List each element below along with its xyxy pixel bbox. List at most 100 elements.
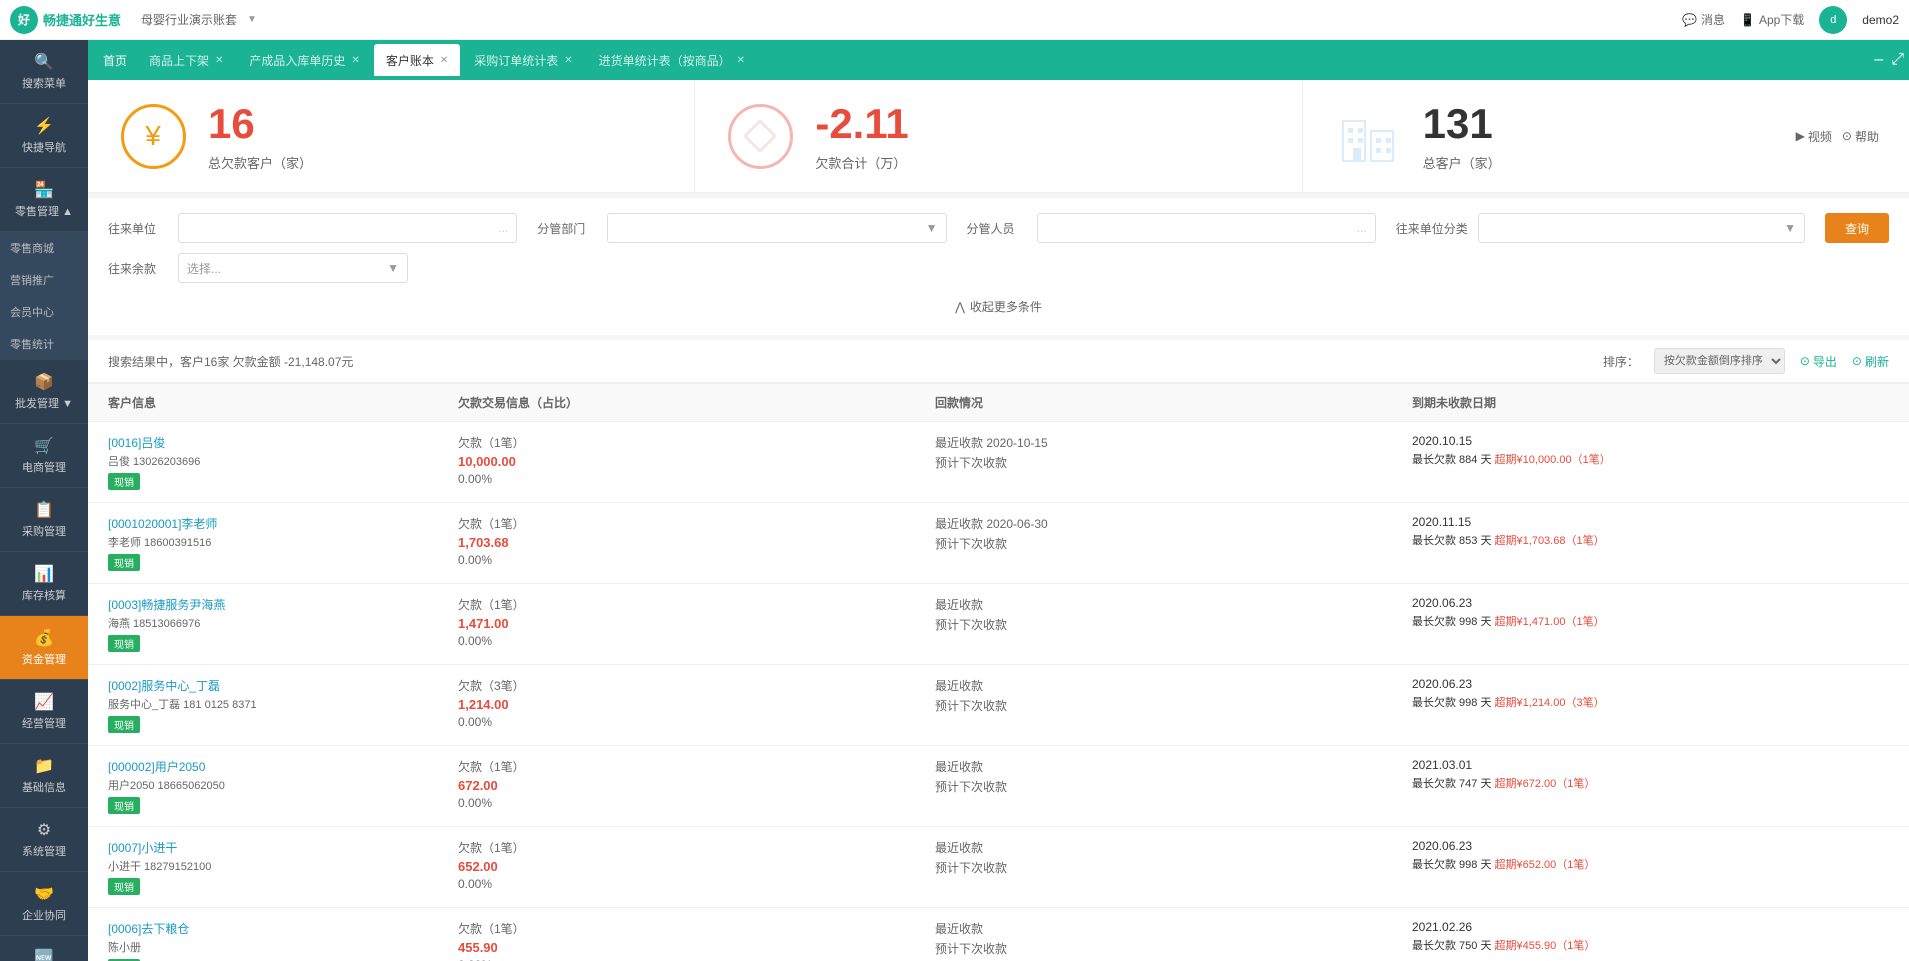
sidebar-item-marketing[interactable]: 营销推广: [0, 264, 88, 296]
overdue-link-5[interactable]: 超期¥652.00（1笔）: [1495, 859, 1596, 871]
stat-number-owed-amount: -2.11: [815, 100, 1271, 148]
overdue-info-3: 2020.06.23 最长欠款 998 天 超期¥1,214.00（3笔）: [1412, 677, 1889, 733]
sidebar-item-batch-mgmt[interactable]: 📦 批发管理 ▼: [0, 360, 88, 424]
tab-customer-account-label: 客户账本: [386, 52, 434, 69]
customer-tag-1: 现销: [108, 554, 140, 571]
stat-card-owed-amount: -2.11 欠款合计（万）: [695, 80, 1302, 192]
stat-info-owed-customers: 16 总欠款客户（家）: [208, 100, 664, 172]
sidebar-item-quick-nav[interactable]: ⚡ 快捷导航: [0, 104, 88, 168]
search-select-dept[interactable]: ▼: [607, 213, 946, 243]
tab-product-offline[interactable]: 商品上下架 ✕: [137, 44, 235, 76]
sidebar-item-retail-mgmt[interactable]: 🏪 零售管理 ▲: [0, 168, 88, 232]
system-dropdown-icon[interactable]: ▼: [247, 14, 257, 25]
sidebar-item-inventory[interactable]: 📊 库存核算: [0, 552, 88, 616]
table-row: [0007]小进干 小进干 18279152100 现销 欠款（1笔） 652.…: [88, 827, 1909, 908]
customer-name-0[interactable]: [0016]吕俊: [108, 434, 458, 451]
debt-amount-1: 1,703.68: [458, 535, 935, 550]
debt-info-4: 欠款（1笔） 672.00 0.00%: [458, 758, 935, 814]
stat-view-btn[interactable]: ▶ 视频: [1796, 128, 1832, 145]
search-label-person: 分管人员: [967, 220, 1027, 237]
debt-amount-2: 1,471.00: [458, 616, 935, 631]
overdue-link-3[interactable]: 超期¥1,214.00（3笔）: [1495, 697, 1605, 709]
search-input-unit[interactable]: ...: [178, 213, 517, 243]
tab-product-offline-close[interactable]: ✕: [215, 55, 223, 66]
stat-icon-owed-amount: [725, 101, 795, 171]
user-avatar[interactable]: d: [1819, 6, 1847, 34]
tab-customer-account[interactable]: 客户账本 ✕: [374, 44, 460, 76]
search-select-balance[interactable]: 选择... ▼: [178, 253, 408, 283]
debt-count-1: 欠款（1笔）: [458, 515, 935, 532]
search-button[interactable]: 查询: [1825, 213, 1889, 243]
debt-amount-6: 455.90: [458, 940, 935, 955]
play-icon: ▶: [1796, 129, 1805, 143]
overdue-link-0[interactable]: 超期¥10,000.00（1笔）: [1495, 454, 1611, 466]
overdue-info-1: 2020.11.15 最长欠款 853 天 超期¥1,703.68（1笔）: [1412, 515, 1889, 571]
tab-purchase-order-close[interactable]: ✕: [564, 55, 572, 66]
capital-icon: 💰: [5, 628, 83, 648]
overdue-date-4: 2021.03.01: [1412, 758, 1889, 772]
payment-info-1: 最近收款 2020-06-30 预计下次收款: [935, 515, 1412, 571]
search-icon: 🔍: [5, 52, 83, 72]
sidebar-item-retail-mall[interactable]: 零售商城: [0, 232, 88, 264]
customer-name-1[interactable]: [0001020001]李老师: [108, 515, 458, 532]
message-button[interactable]: 💬 消息: [1682, 11, 1725, 28]
sort-label: 排序：: [1603, 353, 1639, 370]
tab-inbound-stats[interactable]: 进货单统计表（按商品） ✕: [587, 44, 757, 76]
overdue-date-6: 2021.02.26: [1412, 920, 1889, 934]
overdue-days-6: 最长欠款 750 天 超期¥455.90（1笔）: [1412, 937, 1889, 953]
customer-name-4[interactable]: [000002]用户2050: [108, 758, 458, 775]
overdue-link-2[interactable]: 超期¥1,471.00（1笔）: [1495, 616, 1605, 628]
debt-info-0: 欠款（1笔） 10,000.00 0.00%: [458, 434, 935, 490]
sidebar-item-retail-label: 零售管理 ▲: [5, 203, 83, 219]
sidebar-item-system[interactable]: ⚙ 系统管理: [0, 808, 88, 872]
sidebar-item-capital[interactable]: 💰 资金管理: [0, 616, 88, 680]
overdue-link-4[interactable]: 超期¥672.00（1笔）: [1495, 778, 1596, 790]
table-row: [0001020001]李老师 李老师 18600391516 现销 欠款（1笔…: [88, 503, 1909, 584]
tab-product-history[interactable]: 产成品入库单历史 ✕: [237, 44, 371, 76]
system-name: 母婴行业演示账套: [141, 11, 237, 28]
balance-placeholder: 选择...: [187, 260, 221, 277]
sidebar-item-basic[interactable]: 📁 基础信息: [0, 744, 88, 808]
user-name: demo2: [1862, 13, 1899, 27]
tab-collapse-icon[interactable]: –: [1874, 51, 1883, 69]
sort-select[interactable]: 按欠款金额倒序排序: [1654, 348, 1785, 374]
main-layout: 🔍 搜索菜单 ⚡ 快捷导航 🏪 零售管理 ▲ 零售商城 营销推广 会员中心 零售…: [0, 40, 1909, 961]
tab-home[interactable]: 首页: [93, 44, 137, 76]
sidebar-item-inventory-label: 库存核算: [5, 587, 83, 603]
system-icon: ⚙: [5, 820, 83, 840]
sidebar-item-member[interactable]: 会员中心: [0, 296, 88, 328]
collapse-button[interactable]: ⋀ 收起更多条件: [955, 298, 1042, 315]
sidebar-item-quick-nav-label: 快捷导航: [5, 139, 83, 155]
tab-customer-account-close[interactable]: ✕: [440, 55, 448, 66]
export-button[interactable]: ⊙ 导出: [1800, 353, 1837, 370]
app-download-button[interactable]: 📱 App下载: [1740, 11, 1804, 28]
overdue-link-6[interactable]: 超期¥455.90（1笔）: [1495, 940, 1596, 952]
message-icon: 💬: [1682, 13, 1697, 27]
refresh-button[interactable]: ⊙ 刷新: [1852, 353, 1889, 370]
debt-count-5: 欠款（1笔）: [458, 839, 935, 856]
tab-product-history-close[interactable]: ✕: [351, 55, 359, 66]
customer-name-6[interactable]: [0006]去下粮仓: [108, 920, 458, 937]
table-header-overdue: 到期未收款日期: [1412, 394, 1889, 411]
customer-name-3[interactable]: [0002]服务中心_丁磊: [108, 677, 458, 694]
search-select-category[interactable]: ▼: [1478, 213, 1805, 243]
sidebar-item-ecommerce[interactable]: 🛒 电商管理: [0, 424, 88, 488]
search-input-person[interactable]: ...: [1037, 213, 1376, 243]
tab-expand-icon[interactable]: ⤢: [1891, 51, 1904, 69]
overdue-date-3: 2020.06.23: [1412, 677, 1889, 691]
sidebar-item-ops[interactable]: 📈 经营管理: [0, 680, 88, 744]
sidebar-item-new-guide[interactable]: 🆕 新手引导: [0, 936, 88, 961]
customer-info-0: [0016]吕俊 吕俊 13026203696 现销: [108, 434, 458, 490]
sidebar-item-enterprise-collab[interactable]: 🤝 企业协同: [0, 872, 88, 936]
sidebar-item-retail-stats[interactable]: 零售统计: [0, 328, 88, 360]
sidebar-item-purchase[interactable]: 📋 采购管理: [0, 488, 88, 552]
page-content: ¥ 16 总欠款客户（家）: [88, 80, 1909, 961]
customer-name-5[interactable]: [0007]小进干: [108, 839, 458, 856]
customer-name-2[interactable]: [0003]畅捷服务尹海燕: [108, 596, 458, 613]
overdue-link-1[interactable]: 超期¥1,703.68（1笔）: [1495, 535, 1605, 547]
debt-info-1: 欠款（1笔） 1,703.68 0.00%: [458, 515, 935, 571]
tab-inbound-stats-close[interactable]: ✕: [737, 55, 745, 66]
stat-help-btn[interactable]: ⊙ 帮助: [1842, 128, 1879, 145]
tab-purchase-order[interactable]: 采购订单统计表 ✕: [462, 44, 584, 76]
sidebar-item-search[interactable]: 🔍 搜索菜单: [0, 40, 88, 104]
